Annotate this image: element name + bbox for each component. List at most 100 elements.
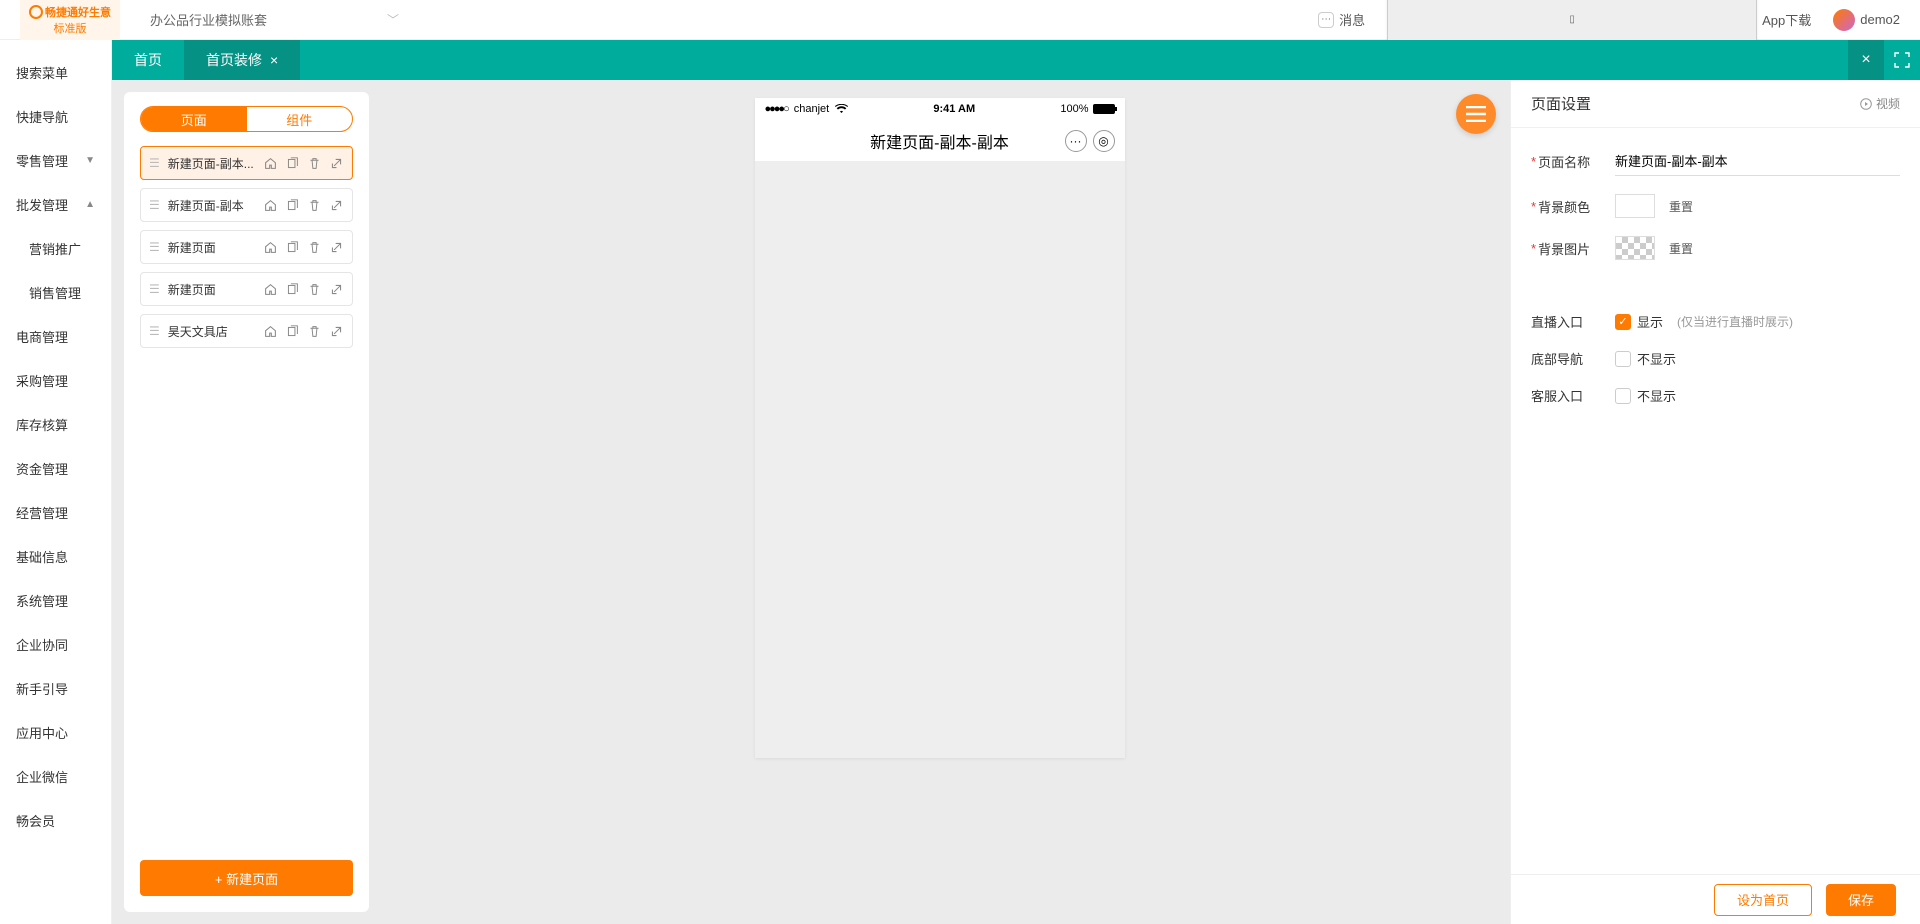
copy-icon[interactable] [284,281,300,297]
sidenav-item-11[interactable]: 基础信息 [0,534,111,578]
field-bg-color: *背景颜色 重置 [1531,194,1900,218]
video-help-link[interactable]: 视频 [1860,95,1900,112]
sidenav-item-2[interactable]: 零售管理▼ [0,138,111,182]
bottom-nav-checkbox[interactable]: 不显示 [1615,349,1676,368]
sidenav-item-label: 快捷导航 [16,107,68,126]
sidenav-item-16[interactable]: 企业微信 [0,754,111,798]
more-icon[interactable]: ··· [1065,130,1087,152]
messages-link[interactable]: ⋯ 消息 [1318,10,1365,29]
field-page-name: *页面名称 [1531,146,1900,176]
drag-icon[interactable]: ☰ [149,156,160,170]
segment-page[interactable]: 页面 [141,107,247,131]
sidenav-item-8[interactable]: 库存核算 [0,402,111,446]
page-name-input[interactable] [1615,146,1900,176]
delete-icon[interactable] [306,239,322,255]
sidenav-item-7[interactable]: 采购管理 [0,358,111,402]
floating-menu-button[interactable] [1456,94,1496,134]
live-entry-checkbox[interactable]: ✓ 显示 [1615,312,1663,331]
bg-image-reset[interactable]: 重置 [1669,240,1693,257]
sidenav-item-label: 搜索菜单 [16,63,68,82]
expand-icon [1894,52,1910,68]
copy-icon[interactable] [284,239,300,255]
copy-icon[interactable] [284,197,300,213]
fullscreen-icon[interactable] [1884,40,1920,80]
bg-color-swatch[interactable] [1615,194,1655,218]
sidenav-item-0[interactable]: 搜索菜单 [0,50,111,94]
tab-decorate[interactable]: 首页装修 × [184,40,300,80]
sidenav-item-12[interactable]: 系统管理 [0,578,111,622]
set-home-label: 设为首页 [1737,890,1789,909]
sidenav-item-17[interactable]: 畅会员 [0,798,111,842]
sidenav-item-14[interactable]: 新手引导 [0,666,111,710]
live-entry-label: 直播入口 [1531,312,1601,331]
copy-icon[interactable] [284,155,300,171]
home-icon[interactable] [262,281,278,297]
page-row-name: 新建页面 [168,281,254,298]
bg-color-reset[interactable]: 重置 [1669,198,1693,215]
delete-icon[interactable] [306,197,322,213]
sidenav-item-13[interactable]: 企业协同 [0,622,111,666]
drag-icon[interactable]: ☰ [149,198,160,212]
topbar: 畅捷通好生意 标准版 办公品行业模拟账套 ﹀ ⋯ 消息 ▯ App下载 demo… [0,0,1920,40]
sidenav-item-1[interactable]: 快捷导航 [0,94,111,138]
sidenav-item-label: 畅会员 [16,811,55,830]
drag-icon[interactable]: ☰ [149,282,160,296]
field-bg-image: *背景图片 重置 [1531,236,1900,260]
account-select[interactable]: 办公品行业模拟账套 ﹀ [150,10,399,29]
drag-icon[interactable]: ☰ [149,240,160,254]
sidenav-item-label: 新手引导 [16,679,68,698]
signal-icon: ●●●●○ [765,103,788,115]
video-help-label: 视频 [1876,95,1900,112]
tab-home[interactable]: 首页 [112,40,184,80]
page-row[interactable]: ☰新建页面-副本 [140,188,353,222]
drag-icon[interactable]: ☰ [149,324,160,338]
home-icon[interactable] [262,155,278,171]
page-row[interactable]: ☰新建页面-副本... [140,146,353,180]
segment-component[interactable]: 组件 [247,107,353,131]
sidenav-item-10[interactable]: 经营管理 [0,490,111,534]
sidenav-item-9[interactable]: 资金管理 [0,446,111,490]
service-entry-checkbox[interactable]: 不显示 [1615,386,1676,405]
new-page-button[interactable]: + 新建页面 [140,860,353,896]
page-row[interactable]: ☰新建页面 [140,230,353,264]
carrier-label: chanjet [794,103,829,115]
share-icon[interactable] [328,197,344,213]
live-entry-check-label: 显示 [1637,312,1663,331]
sidenav-item-3[interactable]: 批发管理▲ [0,182,111,226]
page-row[interactable]: ☰ 新建页面 [140,272,353,306]
sidenav-item-6[interactable]: 电商管理 [0,314,111,358]
bg-color-label: 背景颜色 [1538,197,1590,216]
bg-image-swatch[interactable] [1615,236,1655,260]
sidenav-item-label: 库存核算 [16,415,68,434]
phone-titlebar: 新建页面-副本-副本 ··· ◎ [755,120,1125,162]
live-entry-hint: (仅当进行直播时展示) [1677,313,1793,330]
phone-body[interactable] [755,162,1125,758]
copy-icon[interactable] [284,323,300,339]
page-row[interactable]: ☰昊天文具店 [140,314,353,348]
home-icon[interactable] [262,323,278,339]
new-page-button-label: + 新建页面 [215,869,278,888]
home-icon[interactable] [262,239,278,255]
sidenav-item-4[interactable]: 营销推广 [0,226,111,270]
close-all-icon[interactable]: × [1848,40,1884,80]
delete-icon[interactable] [306,155,322,171]
save-label: 保存 [1848,890,1874,909]
sidenav-item-label: 营销推广 [29,239,81,258]
user-menu[interactable]: demo2 [1833,9,1900,31]
share-icon[interactable] [328,155,344,171]
share-icon[interactable] [328,239,344,255]
save-button[interactable]: 保存 [1826,884,1896,916]
sidenav-item-5[interactable]: 销售管理 [0,270,111,314]
sidenav-item-15[interactable]: 应用中心 [0,710,111,754]
share-icon[interactable] [328,281,344,297]
delete-icon[interactable] [306,281,322,297]
account-select-label: 办公品行业模拟账套 [150,10,267,29]
set-home-button[interactable]: 设为首页 [1714,884,1812,916]
close-tab-icon[interactable]: × [270,52,278,68]
home-icon[interactable] [262,197,278,213]
share-icon[interactable] [328,323,344,339]
sidenav: 搜索菜单快捷导航零售管理▼批发管理▲ 营销推广销售管理电商管理采购管理库存核算资金… [0,40,112,924]
delete-icon[interactable] [306,323,322,339]
bottom-nav-label: 底部导航 [1531,349,1601,368]
target-icon[interactable]: ◎ [1093,130,1115,152]
